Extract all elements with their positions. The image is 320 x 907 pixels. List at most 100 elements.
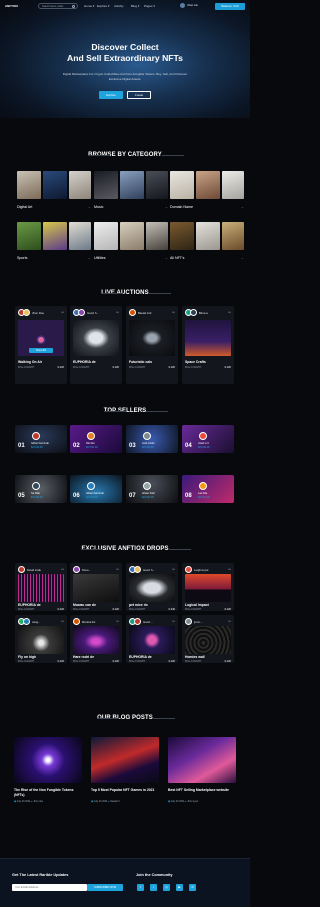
facebook-icon[interactable]: f: [137, 884, 144, 891]
seller-card[interactable]: 03 cacit vicidu $23,002.98: [126, 425, 178, 453]
more-icon[interactable]: •••: [172, 567, 175, 571]
search-input[interactable]: Search items, collec: [38, 2, 78, 9]
blog-meta: ▣ July 23 2021 ● Jhon doe: [14, 800, 43, 803]
more-icon[interactable]: •••: [116, 619, 119, 623]
email-icon[interactable]: ✉: [189, 884, 196, 891]
explore-button[interactable]: Explore: [99, 91, 123, 99]
nav-blog[interactable]: Blog ▾: [131, 4, 139, 8]
blog-card[interactable]: Top 5 Most Popular NFT Games in 2021 ▣ J…: [91, 737, 159, 807]
arrow-right-icon: →: [164, 205, 168, 209]
hero-section: ANFTIOX Search items, collec Home ▾ Expl…: [0, 0, 250, 118]
like-count[interactable]: ♥ 220: [224, 660, 231, 663]
drop-card[interactable]: cang... ••• Fly on high Price 0.34 ETH ♥…: [15, 615, 67, 663]
category-sports[interactable]: Sports →: [17, 222, 93, 266]
instagram-icon[interactable]: ◎: [163, 884, 170, 891]
drop-card[interactable]: David Jude ••• EUPHORIA de Price 0.34 ET…: [15, 563, 67, 611]
seller-card[interactable]: 02 Nio Dei $23,002.98: [70, 425, 122, 453]
like-count[interactable]: ♥ 220: [112, 660, 119, 663]
category-digital-art[interactable]: Digital Art →: [17, 171, 93, 215]
more-icon[interactable]: •••: [116, 310, 119, 314]
nft-image: [18, 574, 64, 602]
nav-explore[interactable]: Explore ▾: [97, 4, 110, 8]
like-count[interactable]: ♥ 220: [112, 608, 119, 611]
drop-card[interactable]: Gucci... ••• EUPHORIA de Price 0.34 ETH …: [126, 615, 178, 663]
blog-image: [168, 737, 236, 783]
search-icon[interactable]: [72, 4, 75, 8]
more-icon[interactable]: •••: [61, 310, 64, 314]
like-count[interactable]: ♥ 220: [112, 366, 119, 369]
nft-price: Price 0.34 ETH: [185, 608, 202, 611]
more-icon[interactable]: •••: [116, 567, 119, 571]
like-count[interactable]: ♥ 220: [224, 608, 231, 611]
category-thumb: [146, 171, 168, 199]
seller-value: $23,002.98: [31, 447, 43, 449]
nft-price: Price 0.34 ETH: [73, 366, 90, 369]
twitter-icon[interactable]: t: [150, 884, 157, 891]
category-thumb: [17, 171, 41, 199]
auction-card[interactable]: Gucci h... ••• EUPHORIA de Price 0.34 ET…: [70, 306, 122, 384]
seller-card[interactable]: 07 elham Fitel $23,002.98: [126, 475, 178, 503]
more-icon[interactable]: •••: [172, 310, 175, 314]
seller-card[interactable]: 04 vicad m h $23,002.98: [182, 425, 234, 453]
seller-card[interactable]: 06 Gihan Fernindo $23,002.98: [70, 475, 122, 503]
category-thumb: [69, 171, 91, 199]
category-utilities[interactable]: Utilities →: [94, 222, 170, 266]
drop-card[interactable]: Monica lini ••• Hare rodri de Price 0.34…: [70, 615, 122, 663]
owner-name: David Jude: [27, 568, 41, 572]
blog-title[interactable]: The Rise of the Non Fungible Tokens (NFT…: [14, 788, 82, 797]
nft-image: [18, 626, 64, 654]
like-count[interactable]: ♥ 340: [168, 608, 175, 611]
seller-card[interactable]: 01 Gihan Fernindo $23,002.98: [15, 425, 67, 453]
user-menu[interactable]: Jihan Jan: [180, 3, 210, 9]
create-button[interactable]: Create: [127, 91, 151, 99]
seller-card[interactable]: 08 Lao Fila $23,002.98: [182, 475, 234, 503]
seller-rank: 05: [18, 493, 25, 499]
email-field[interactable]: Your E-Mail Address: [12, 884, 87, 891]
category-music[interactable]: Music →: [94, 171, 170, 215]
category-name: Digital Art: [17, 205, 33, 209]
like-count[interactable]: ♥ 220: [57, 660, 64, 663]
blog-title[interactable]: Top 5 Most Popular NFT Games in 2021: [91, 788, 159, 793]
arrow-right-icon: →: [240, 205, 244, 209]
like-count[interactable]: ♥ 220: [168, 660, 175, 663]
logo[interactable]: ANFTIOX: [5, 4, 18, 8]
more-icon[interactable]: •••: [228, 567, 231, 571]
auction-card[interactable]: Bima a ••• Space Crafts Price 0.34 ETH ♥…: [182, 306, 234, 384]
more-icon[interactable]: •••: [61, 619, 64, 623]
category-thumb: [120, 222, 144, 250]
more-icon[interactable]: •••: [228, 310, 231, 314]
nav-home[interactable]: Home ▾: [84, 4, 94, 8]
drop-card[interactable]: Scoo... ••• Mowac can de Price 0.34 ETH …: [70, 563, 122, 611]
drop-card[interactable]: Leigh la pur ••• Logical Impact Price 0.…: [182, 563, 234, 611]
like-count[interactable]: ♥ 220: [168, 366, 175, 369]
nav-activity[interactable]: Activity: [114, 4, 124, 8]
category-all-nfts[interactable]: All NFT's →: [170, 222, 246, 266]
auction-card[interactable]: Baxad mrk ••• Futuristic cals Price 0.34…: [126, 306, 178, 384]
seller-rank: 02: [73, 443, 80, 449]
blog-card[interactable]: Best NFT Selling Marketplace website ▣ J…: [168, 737, 236, 807]
nft-title: EUPHORIA de: [18, 603, 41, 607]
auction-card[interactable]: Jhon Doe ••• Walking On Air Price 0.34 E…: [15, 306, 67, 384]
subscribe-button[interactable]: SUBSCRIBE NOW: [87, 884, 123, 891]
owner-name: Baxad mrk: [138, 311, 152, 315]
blog-card[interactable]: The Rise of the Non Fungible Tokens (NFT…: [14, 737, 82, 807]
nav-pages[interactable]: Pages ▾: [144, 4, 155, 8]
balance-button[interactable]: Balance: 0.00: [215, 2, 245, 10]
blog-title[interactable]: Best NFT Selling Marketplace website: [168, 788, 236, 793]
youtube-icon[interactable]: ▶: [176, 884, 183, 891]
more-icon[interactable]: •••: [228, 619, 231, 623]
drop-card[interactable]: Gucci h... ••• pet mice ric Price 0.34 E…: [126, 563, 178, 611]
category-domain-name[interactable]: Domain Name →: [170, 171, 246, 215]
more-icon[interactable]: •••: [61, 567, 64, 571]
like-count[interactable]: ♥ 220: [57, 366, 64, 369]
drop-card[interactable]: jmco... ••• Homies wall Price 0.34 ETH ♥…: [182, 615, 234, 663]
blog-section-title: OUR BLOG POSTS: [0, 715, 250, 721]
more-icon[interactable]: •••: [172, 619, 175, 623]
place-bid-button[interactable]: Place Bid: [29, 348, 53, 353]
blog-author: Nasatn h: [110, 800, 120, 803]
nft-image: [185, 574, 231, 602]
like-count[interactable]: ♥ 220: [224, 366, 231, 369]
like-count[interactable]: ♥ 220: [57, 608, 64, 611]
avatar: [23, 618, 30, 625]
seller-card[interactable]: 05 Sa Silar $23,002.98: [15, 475, 67, 503]
